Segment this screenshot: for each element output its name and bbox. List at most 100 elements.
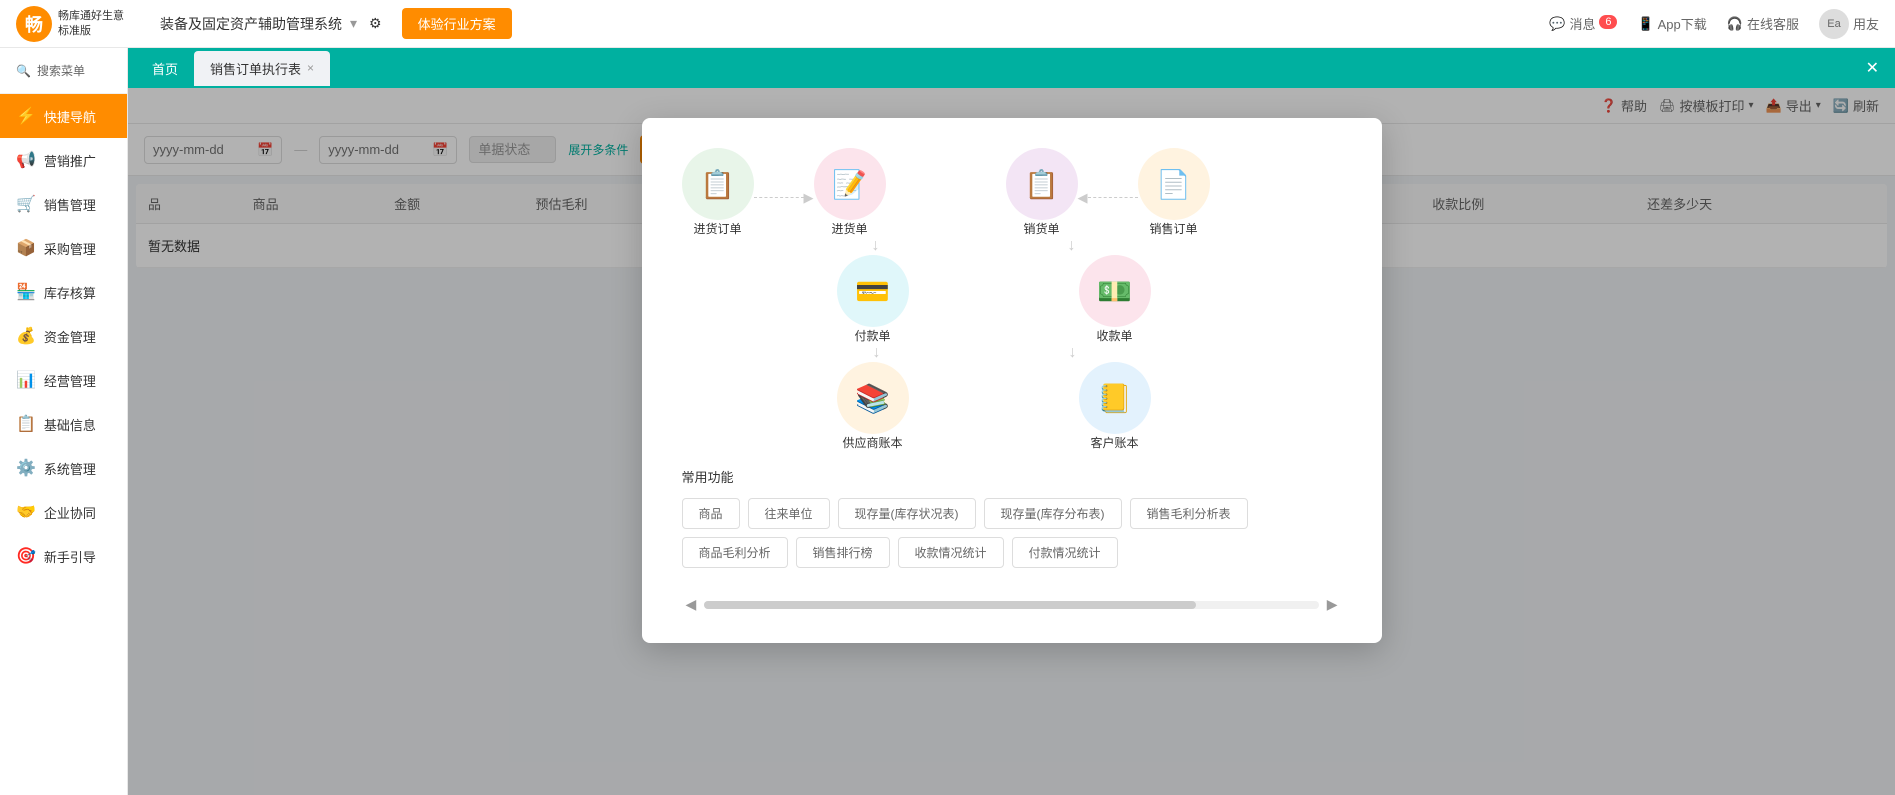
system-icon: ⚙️ — [16, 458, 36, 478]
sales-bill-label: 销货单 — [1023, 220, 1059, 237]
collab-icon: 🤝 — [16, 502, 36, 522]
sidebar-item-quick-nav[interactable]: ⚡ 快捷导航 — [0, 94, 127, 138]
supplier-ledger-label: 供应商账本 — [842, 434, 902, 451]
quick-nav-icon: ⚡ — [16, 106, 36, 126]
service-icon: 🎧 — [1727, 16, 1743, 32]
flow-item-purchase-bill[interactable]: 📝 进货单 — [814, 148, 886, 237]
user-item[interactable]: Ea 用友 — [1819, 9, 1879, 39]
modal-overlay[interactable]: 📋 进货订单 ▶ — [128, 88, 1895, 795]
common-btn-7[interactable]: 收款情况统计 — [898, 537, 1004, 568]
flow-modal: 📋 进货订单 ▶ — [642, 118, 1382, 643]
common-btn-2[interactable]: 现存量(库存状况表) — [838, 498, 976, 529]
guide-icon: 🎯 — [16, 546, 36, 566]
search-menu-button[interactable]: 🔍 搜索菜单 — [8, 58, 119, 83]
common-buttons-container: 商品往来单位现存量(库存状况表) 现存量(库存分布表) 销售毛利分析表商品毛利分析销… — [682, 498, 1342, 576]
sidebar-item-finance-mgmt[interactable]: 💰 资金管理 — [0, 314, 127, 358]
message-label: 消息 — [1569, 14, 1595, 33]
modal-body: 📋 进货订单 ▶ — [642, 118, 1382, 643]
scroll-right-arrow[interactable]: ▶ — [1323, 596, 1342, 613]
customer-ledger-circle: 📒 — [1079, 362, 1151, 434]
operation-icon: 📊 — [16, 370, 36, 390]
common-btn-3[interactable]: 现存量(库存分布表) — [984, 498, 1122, 529]
download-icon: 📱 — [1637, 16, 1653, 32]
sales-order-circle: 📄 — [1138, 148, 1210, 220]
flow-item-supplier-ledger[interactable]: 📚 供应商账本 — [837, 362, 909, 451]
purchase-order-label: 进货订单 — [693, 220, 741, 237]
flow-item-receipt-bill[interactable]: 💵 收款单 — [1079, 255, 1151, 344]
tab-close-button[interactable]: × — [307, 61, 314, 75]
app-download-label: App下载 — [1658, 14, 1707, 33]
supplier-ledger-circle: 📚 — [837, 362, 909, 434]
receipt-bill-circle: 💵 — [1079, 255, 1151, 327]
content-area: 首页 销售订单执行表 × ✕ ❓ 帮助 🖨 按模板打印 — [128, 48, 1895, 795]
trial-button[interactable]: 体验行业方案 — [402, 8, 512, 39]
logo-icon: 畅 — [16, 6, 52, 42]
common-btn-5[interactable]: 商品毛利分析 — [682, 537, 788, 568]
message-item[interactable]: 💬 消息 6 — [1549, 14, 1617, 33]
logo-area: 畅 畅库通好生意 标准版 — [16, 6, 144, 42]
common-btn-8[interactable]: 付款情况统计 — [1012, 537, 1118, 568]
flow-item-customer-ledger[interactable]: 📒 客户账本 — [1079, 362, 1151, 451]
top-bar: 畅 畅库通好生意 标准版 装备及固定资产辅助管理系统 ▾ ⚙ 体验行业方案 💬 … — [0, 0, 1895, 48]
sidebar-item-operation-mgmt[interactable]: 📊 经营管理 — [0, 358, 127, 402]
sidebar-nav: ⚡ 快捷导航 📢 营销推广 🛒 销售管理 📦 采购管理 🏪 库存核算 — [0, 94, 127, 795]
top-right-area: 💬 消息 6 📱 App下载 🎧 在线客服 Ea 用友 — [1549, 9, 1879, 39]
arrow-2: ◀ — [1078, 160, 1138, 226]
app-download-item[interactable]: 📱 App下载 — [1637, 14, 1706, 33]
common-btn-1[interactable]: 往来单位 — [748, 498, 830, 529]
customer-ledger-label: 客户账本 — [1090, 434, 1138, 451]
sidebar-item-sales-mgmt[interactable]: 🛒 销售管理 — [0, 182, 127, 226]
common-functions-title: 常用功能 — [682, 467, 1342, 486]
dropdown-icon[interactable]: ▾ — [350, 15, 357, 32]
purchase-order-circle: 📋 — [682, 148, 754, 220]
scroll-left-arrow[interactable]: ◀ — [682, 596, 701, 613]
main-area: 🔍 搜索菜单 ⚡ 快捷导航 📢 营销推广 🛒 销售管理 📦 — [0, 48, 1895, 795]
online-service-label: 在线客服 — [1747, 14, 1799, 33]
scroll-nav: ◀ ▶ — [682, 596, 1342, 613]
common-btn-4[interactable]: 销售毛利分析表 — [1130, 498, 1248, 529]
tab-bar: 首页 销售订单执行表 × ✕ — [128, 48, 1895, 88]
sales-icon: 🛒 — [16, 194, 36, 214]
online-service-item[interactable]: 🎧 在线客服 — [1727, 14, 1799, 33]
scroll-thumb[interactable] — [704, 601, 1196, 609]
flow-item-payment-bill[interactable]: 💳 付款单 — [837, 255, 909, 344]
common-functions-section: 常用功能 商品往来单位现存量(库存状况表)现存量(库存分布表)销售毛利分析表商品… — [682, 467, 1342, 596]
sidebar-item-enterprise-collab[interactable]: 🤝 企业协同 — [0, 490, 127, 534]
tab-bar-close-all[interactable]: ✕ — [1858, 54, 1887, 82]
common-btn-0[interactable]: 商品 — [682, 498, 740, 529]
sales-bill-circle: 📋 — [1006, 148, 1078, 220]
sidebar-item-system-mgmt[interactable]: ⚙️ 系统管理 — [0, 446, 127, 490]
content-body: ❓ 帮助 🖨 按模板打印 ▾ 📤 导出 ▾ 🔄 — [128, 88, 1895, 795]
sidebar-item-marketing[interactable]: 📢 营销推广 — [0, 138, 127, 182]
common-btn-6[interactable]: 销售排行榜 — [796, 537, 890, 568]
sidebar-item-beginner-guide[interactable]: 🎯 新手引导 — [0, 534, 127, 578]
logo-text: 畅库通好生意 标准版 — [58, 9, 124, 38]
flow-item-purchase-order[interactable]: 📋 进货订单 — [682, 148, 754, 237]
search-icon: 🔍 — [16, 64, 31, 78]
sidebar-search[interactable]: 🔍 搜索菜单 — [0, 48, 127, 94]
purchase-bill-circle: 📝 — [814, 148, 886, 220]
user-label: 用友 — [1853, 14, 1879, 33]
purchase-bill-label: 进货单 — [831, 220, 867, 237]
flow-item-sales-bill[interactable]: 📋 销货单 — [1006, 148, 1078, 237]
system-title-text: 装备及固定资产辅助管理系统 — [160, 14, 342, 34]
finance-icon: 💰 — [16, 326, 36, 346]
tab-sales-order-execution[interactable]: 销售订单执行表 × — [194, 51, 330, 86]
app-container: 畅 畅库通好生意 标准版 装备及固定资产辅助管理系统 ▾ ⚙ 体验行业方案 💬 … — [0, 0, 1895, 795]
sidebar-item-inventory[interactable]: 🏪 库存核算 — [0, 270, 127, 314]
flow-item-sales-order[interactable]: 📄 销售订单 — [1138, 148, 1210, 237]
gear-button[interactable]: ⚙ — [365, 11, 386, 36]
sidebar: 🔍 搜索菜单 ⚡ 快捷导航 📢 营销推广 🛒 销售管理 📦 — [0, 48, 128, 795]
arrow-1: ▶ — [754, 160, 814, 226]
receipt-bill-label: 收款单 — [1096, 327, 1132, 344]
message-badge: 6 — [1599, 15, 1617, 29]
flow-diagram: 📋 进货订单 ▶ — [682, 148, 1342, 467]
payment-bill-circle: 💳 — [837, 255, 909, 327]
payment-bill-label: 付款单 — [854, 327, 890, 344]
sidebar-item-purchase-mgmt[interactable]: 📦 采购管理 — [0, 226, 127, 270]
system-title-area: 装备及固定资产辅助管理系统 ▾ ⚙ 体验行业方案 — [160, 8, 512, 39]
tab-home[interactable]: 首页 — [136, 51, 194, 86]
marketing-icon: 📢 — [16, 150, 36, 170]
scroll-track[interactable] — [704, 601, 1318, 609]
sidebar-item-basic-info[interactable]: 📋 基础信息 — [0, 402, 127, 446]
